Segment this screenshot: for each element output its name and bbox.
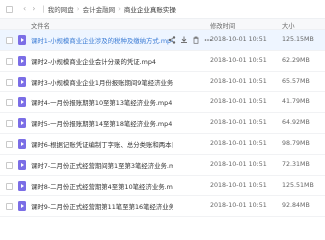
file-modified-date: 2018-10-01 10:51 (210, 56, 267, 64)
row-checkbox[interactable] (6, 78, 13, 86)
file-name[interactable]: 课时5-一月份报账期第14至第18笔经济业务.mp4 (31, 119, 172, 128)
breadcrumb-item-current: 商业企业真账实操 (123, 6, 176, 14)
table-row[interactable]: 课时5-一月份报账期第14至第18笔经济业务.mp4 2018-10-01 10:… (0, 113, 325, 134)
file-size: 125.51MB (282, 181, 314, 189)
column-header-name[interactable]: 文件名 (31, 21, 50, 30)
file-modified-date: 2018-10-01 10:51 (210, 160, 267, 168)
file-name[interactable]: 课时3-小规模商业企业1月份报账期间9笔经济业务.mp4 (31, 78, 173, 87)
file-size: 62.29MB (282, 56, 310, 64)
file-modified-date: 2018-10-01 10:51 (210, 98, 267, 106)
breadcrumb-item-my-drive[interactable]: 我的网盘 (46, 4, 76, 14)
video-file-icon (18, 118, 26, 129)
share-icon[interactable] (168, 35, 176, 44)
file-modified-date: 2018-10-01 10:51 (210, 139, 267, 147)
video-file-icon (18, 180, 26, 191)
forward-button[interactable]: › (32, 5, 35, 13)
back-button[interactable]: ‹ (23, 5, 26, 13)
file-size: 98.79MB (282, 139, 310, 147)
file-size: 72.31MB (282, 160, 310, 168)
video-file-icon (18, 97, 26, 108)
table-header: 文件名 修改时间 大小 (0, 18, 325, 30)
breadcrumb-bar: ‹ › | 我的网盘 › 会计金融网 › 商业企业真账实操 (0, 0, 325, 18)
table-row[interactable]: 课时3-小规模商业企业1月份报账期间9笔经济业务.mp4 2018-10-01 1… (0, 72, 325, 93)
breadcrumb-item-folder[interactable]: 会计金融网 (81, 4, 118, 14)
row-checkbox[interactable] (6, 120, 13, 128)
row-checkbox[interactable] (6, 140, 13, 148)
file-modified-date: 2018-10-01 10:51 (210, 36, 267, 43)
row-checkbox[interactable] (6, 161, 13, 169)
file-size: 92.84MB (282, 202, 310, 210)
file-name[interactable]: 课时9-二月份正式经营期第11笔至第16笔经济业务.mp4 (31, 202, 173, 211)
video-file-icon (18, 76, 26, 87)
video-file-icon (18, 55, 26, 66)
file-list: 课时1-小规模商业企业涉及的税种及缴纳方式.mp4 2018-10-01 10:5… (0, 30, 325, 218)
file-size: 65.57MB (282, 77, 310, 85)
file-name[interactable]: 课时7-二月份正式经营期间第1至第3笔经济业务.mp4 (31, 161, 173, 170)
table-row[interactable]: 课时9-二月份正式经营期第11笔至第16笔经济业务.mp4 2018-10-01 … (0, 196, 325, 218)
file-name[interactable]: 课时8-二月份正式经营期第4至第10笔经济业务.mp4 (31, 182, 173, 191)
table-row[interactable]: 课时6-根据记账凭证编制丁字账、总分类账和两本日记账.mp4 2018-10-01… (0, 134, 325, 155)
file-name[interactable]: 课时6-根据记账凭证编制丁字账、总分类账和两本日记账.mp4 (31, 140, 173, 149)
file-modified-date: 2018-10-01 10:51 (210, 181, 267, 189)
file-name[interactable]: 课时4-一月份报账期第10至第13笔经济业务.mp4 (31, 98, 172, 107)
video-file-icon (18, 159, 26, 170)
row-checkbox[interactable] (6, 37, 13, 44)
file-modified-date: 2018-10-01 10:51 (210, 202, 267, 210)
column-header-size[interactable]: 大小 (282, 21, 295, 30)
file-size: 41.79MB (282, 98, 310, 106)
row-checkbox[interactable] (6, 57, 13, 65)
row-actions (168, 35, 212, 44)
video-file-icon (18, 201, 26, 212)
row-checkbox[interactable] (6, 182, 13, 190)
table-row[interactable]: 课时1-小规模商业企业涉及的税种及缴纳方式.mp4 2018-10-01 10:5… (0, 30, 325, 51)
file-modified-date: 2018-10-01 10:51 (210, 119, 267, 127)
column-header-date[interactable]: 修改时间 (210, 21, 235, 30)
select-all-checkbox[interactable] (6, 5, 13, 13)
video-file-icon (18, 35, 26, 45)
file-size: 125.15MB (282, 36, 314, 43)
row-checkbox[interactable] (6, 203, 13, 211)
file-name[interactable]: 课时2-小规模商业企业会计分录的凭证.mp4 (31, 57, 156, 66)
video-file-icon (18, 138, 26, 149)
file-modified-date: 2018-10-01 10:51 (210, 77, 267, 85)
table-row[interactable]: 课时2-小规模商业企业会计分录的凭证.mp4 2018-10-01 10:51 62… (0, 51, 325, 72)
table-row[interactable]: 课时4-一月份报账期第10至第13笔经济业务.mp4 2018-10-01 10:… (0, 92, 325, 114)
table-row[interactable]: 课时8-二月份正式经营期第4至第10笔经济业务.mp4 2018-10-01 10… (0, 176, 325, 197)
file-size: 64.92MB (282, 119, 310, 127)
download-icon[interactable] (180, 35, 188, 44)
file-name[interactable]: 课时1-小规模商业企业涉及的税种及缴纳方式.mp4 (31, 36, 173, 45)
delete-icon[interactable] (192, 35, 200, 44)
table-row[interactable]: 课时7-二月份正式经营期间第1至第3笔经济业务.mp4 2018-10-01 10… (0, 155, 325, 176)
row-checkbox[interactable] (6, 99, 13, 107)
